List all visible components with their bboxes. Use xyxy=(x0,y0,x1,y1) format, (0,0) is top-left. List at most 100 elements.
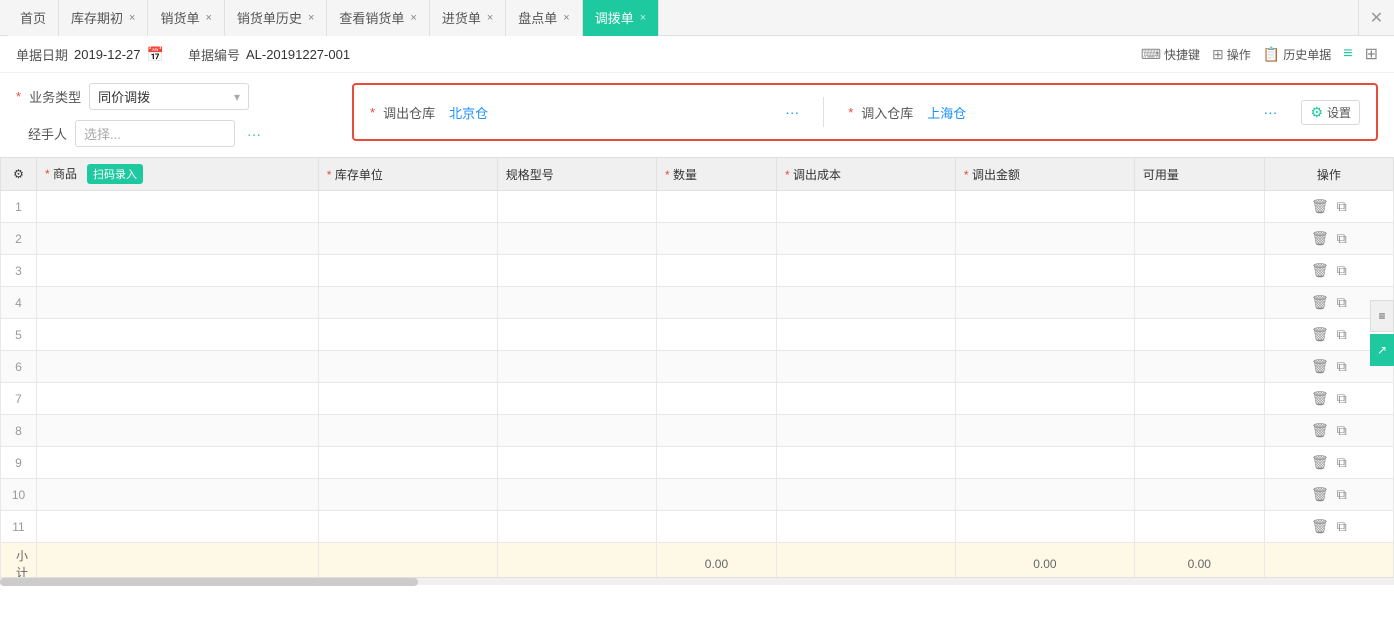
spec-cell[interactable] xyxy=(497,319,656,351)
unit-cell[interactable] xyxy=(318,287,497,319)
shortcut-button[interactable]: ⌨ 快捷键 xyxy=(1141,46,1200,63)
tab-sales-order[interactable]: 销货单× xyxy=(148,0,224,36)
scan-button[interactable]: 扫码录入 xyxy=(87,164,143,184)
tab-close-purchase-order[interactable]: × xyxy=(487,12,493,24)
spec-cell[interactable] xyxy=(497,191,656,223)
copy-row-button[interactable]: ⧉ xyxy=(1337,262,1347,279)
source-warehouse-more-icon[interactable]: ··· xyxy=(785,104,799,120)
delete-row-button[interactable]: 🗑 xyxy=(1311,230,1329,247)
copy-row-button[interactable]: ⧉ xyxy=(1337,326,1347,343)
spec-cell[interactable] xyxy=(497,255,656,287)
copy-row-button[interactable]: ⧉ xyxy=(1337,230,1347,247)
spec-cell[interactable] xyxy=(497,383,656,415)
settings-button[interactable]: ⚙ 设置 xyxy=(1301,100,1360,125)
available-cell[interactable] xyxy=(1134,191,1264,223)
unit-cell[interactable] xyxy=(318,319,497,351)
cost-cell[interactable] xyxy=(777,319,956,351)
product-cell[interactable] xyxy=(37,287,319,319)
amount-cell[interactable] xyxy=(955,287,1134,319)
float-list-button[interactable]: ≡ xyxy=(1370,300,1394,332)
calendar-icon[interactable]: 📅 xyxy=(147,46,164,63)
cost-cell[interactable] xyxy=(777,287,956,319)
cost-cell[interactable] xyxy=(777,191,956,223)
cost-cell[interactable] xyxy=(777,479,956,511)
tab-close-view-sales[interactable]: × xyxy=(410,12,416,24)
tab-view-sales[interactable]: 查看销货单× xyxy=(327,0,429,36)
cost-cell[interactable] xyxy=(777,415,956,447)
available-cell[interactable] xyxy=(1134,447,1264,479)
spec-cell[interactable] xyxy=(497,415,656,447)
tab-home[interactable]: 首页 xyxy=(8,0,59,36)
available-cell[interactable] xyxy=(1134,479,1264,511)
product-cell[interactable] xyxy=(37,447,319,479)
qty-cell[interactable] xyxy=(656,287,776,319)
cost-cell[interactable] xyxy=(777,383,956,415)
tab-transfer-order[interactable]: 调拨单× xyxy=(583,0,659,36)
qty-cell[interactable] xyxy=(656,255,776,287)
product-cell[interactable] xyxy=(37,351,319,383)
delete-row-button[interactable]: 🗑 xyxy=(1311,198,1329,215)
product-cell[interactable] xyxy=(37,383,319,415)
unit-cell[interactable] xyxy=(318,511,497,543)
qty-cell[interactable] xyxy=(656,479,776,511)
spec-cell[interactable] xyxy=(497,351,656,383)
tab-close-sales-order[interactable]: × xyxy=(205,12,211,24)
copy-row-button[interactable]: ⧉ xyxy=(1337,486,1347,503)
cost-cell[interactable] xyxy=(777,447,956,479)
delete-row-button[interactable]: 🗑 xyxy=(1311,518,1329,535)
spec-cell[interactable] xyxy=(497,287,656,319)
available-cell[interactable] xyxy=(1134,511,1264,543)
window-close-button[interactable]: ✕ xyxy=(1358,0,1394,36)
list-view-button[interactable]: ≡ xyxy=(1343,45,1352,63)
product-cell[interactable] xyxy=(37,511,319,543)
scrollbar-thumb[interactable] xyxy=(0,578,418,586)
history-button[interactable]: 📋 历史单据 xyxy=(1263,46,1331,63)
available-cell[interactable] xyxy=(1134,351,1264,383)
delete-row-button[interactable]: 🗑 xyxy=(1311,454,1329,471)
unit-cell[interactable] xyxy=(318,415,497,447)
unit-cell[interactable] xyxy=(318,191,497,223)
business-type-select[interactable]: 同价调拨 ▾ xyxy=(89,83,249,110)
spec-cell[interactable] xyxy=(497,223,656,255)
copy-row-button[interactable]: ⧉ xyxy=(1337,454,1347,471)
cost-cell[interactable] xyxy=(777,255,956,287)
available-cell[interactable] xyxy=(1134,319,1264,351)
tab-close-sales-history[interactable]: × xyxy=(308,12,314,24)
product-cell[interactable] xyxy=(37,255,319,287)
tab-inventory-count[interactable]: 盘点单× xyxy=(506,0,582,36)
amount-cell[interactable] xyxy=(955,223,1134,255)
unit-cell[interactable] xyxy=(318,351,497,383)
qty-cell[interactable] xyxy=(656,319,776,351)
copy-row-button[interactable]: ⧉ xyxy=(1337,518,1347,535)
amount-cell[interactable] xyxy=(955,415,1134,447)
spec-cell[interactable] xyxy=(497,511,656,543)
target-warehouse-more-icon[interactable]: ··· xyxy=(1263,104,1277,120)
qty-cell[interactable] xyxy=(656,447,776,479)
copy-row-button[interactable]: ⧉ xyxy=(1337,198,1347,215)
handler-select[interactable]: 选择... xyxy=(75,120,235,147)
product-cell[interactable] xyxy=(37,223,319,255)
delete-row-button[interactable]: 🗑 xyxy=(1311,294,1329,311)
unit-cell[interactable] xyxy=(318,223,497,255)
cost-cell[interactable] xyxy=(777,351,956,383)
handler-more-icon[interactable]: ··· xyxy=(247,126,261,142)
delete-row-button[interactable]: 🗑 xyxy=(1311,262,1329,279)
delete-row-button[interactable]: 🗑 xyxy=(1311,422,1329,439)
available-cell[interactable] xyxy=(1134,287,1264,319)
qty-cell[interactable] xyxy=(656,415,776,447)
horizontal-scrollbar[interactable] xyxy=(0,577,1394,585)
amount-cell[interactable] xyxy=(955,479,1134,511)
amount-cell[interactable] xyxy=(955,511,1134,543)
product-cell[interactable] xyxy=(37,191,319,223)
cost-cell[interactable] xyxy=(777,223,956,255)
amount-cell[interactable] xyxy=(955,319,1134,351)
available-cell[interactable] xyxy=(1134,255,1264,287)
copy-row-button[interactable]: ⧉ xyxy=(1337,390,1347,407)
amount-cell[interactable] xyxy=(955,351,1134,383)
product-cell[interactable] xyxy=(37,415,319,447)
delete-row-button[interactable]: 🗑 xyxy=(1311,390,1329,407)
available-cell[interactable] xyxy=(1134,415,1264,447)
delete-row-button[interactable]: 🗑 xyxy=(1311,486,1329,503)
unit-cell[interactable] xyxy=(318,383,497,415)
unit-cell[interactable] xyxy=(318,479,497,511)
